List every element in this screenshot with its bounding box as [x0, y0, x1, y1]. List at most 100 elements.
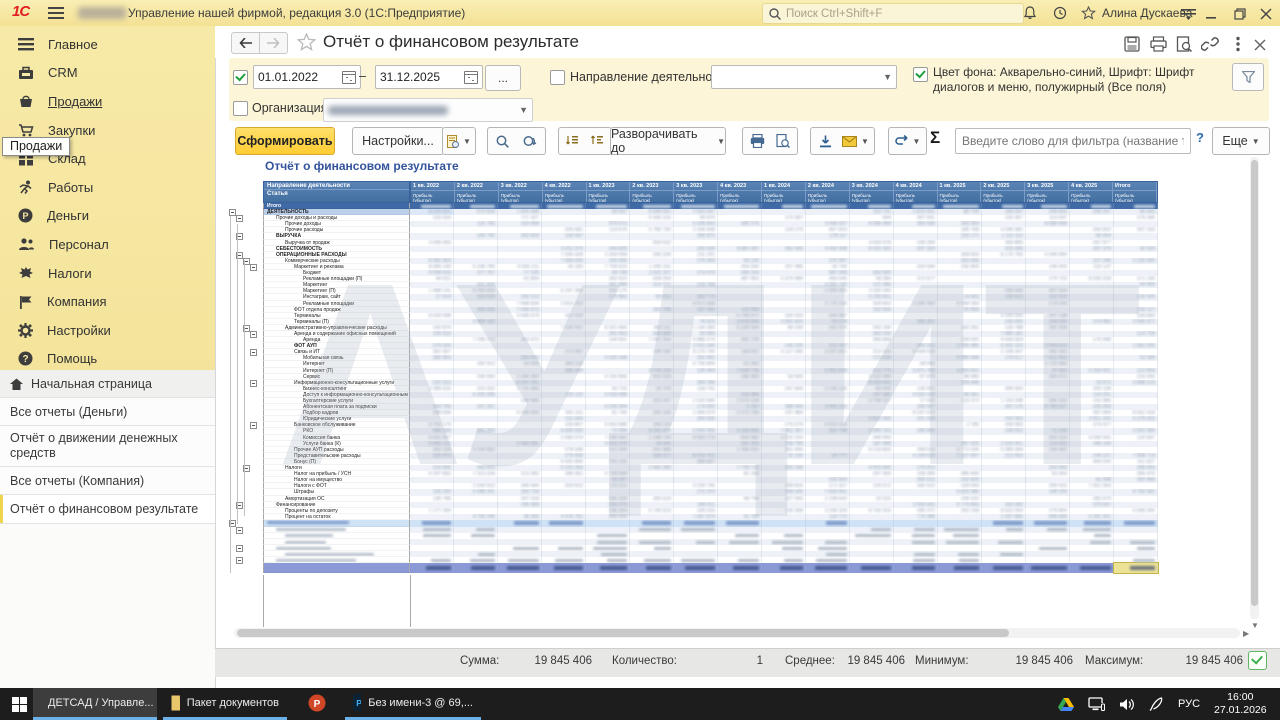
column-header[interactable]: Итого Прибыль (убыток) [1113, 182, 1157, 202]
table-cell[interactable] [1070, 519, 1114, 527]
table-cell[interactable] [674, 519, 718, 527]
close-report-icon[interactable] [1250, 35, 1270, 55]
expand-to-button[interactable]: Разворачивать до ▼ [610, 127, 726, 155]
sidebar-item-taxes[interactable]: Налоги [0, 259, 215, 288]
sidebar-item-reports-money[interactable]: Все отчеты (Деньги) [0, 398, 215, 426]
find-button[interactable] [487, 127, 517, 155]
column-header[interactable]: 2 кв. 2023 Прибыль (убыток) [630, 182, 675, 202]
settings-button[interactable]: Настройки... [352, 127, 444, 155]
table-cell[interactable] [1026, 519, 1070, 527]
sidebar-item-company[interactable]: Компания [0, 287, 215, 316]
pen-icon[interactable] [1149, 697, 1164, 711]
table-cell[interactable] [1026, 563, 1070, 574]
column-header[interactable]: 2 кв. 2024 Прибыль (убыток) [805, 182, 850, 202]
column-header[interactable]: 4 кв. 2024 Прибыль (убыток) [893, 182, 938, 202]
preview-icon[interactable] [1174, 34, 1194, 54]
generate-button[interactable]: Сформировать [235, 127, 335, 155]
column-header[interactable]: 4 кв. 2023 Прибыль (убыток) [718, 182, 762, 202]
taskbar-clock[interactable]: 16:00 27.01.2026 [1214, 691, 1267, 717]
table-cell[interactable] [586, 563, 630, 574]
table-cell[interactable] [762, 563, 806, 574]
table-cell[interactable] [850, 519, 894, 527]
sidebar-item-sales[interactable]: Продажи [0, 87, 215, 116]
start-button[interactable] [12, 697, 27, 712]
chevron-down-icon[interactable]: ▼ [519, 105, 528, 115]
sidebar-item-financial-result-report[interactable]: Отчёт о финансовом результате [0, 495, 215, 524]
chevron-down-icon[interactable]: ▼ [883, 72, 892, 82]
sum-sigma-button[interactable]: Σ [930, 128, 940, 148]
scrollbar-thumb[interactable] [1251, 160, 1258, 606]
help-button[interactable]: ? [1196, 130, 1204, 145]
calendar-icon[interactable] [464, 70, 478, 84]
table-cell[interactable] [806, 519, 850, 527]
table-cell[interactable] [718, 519, 762, 527]
table-cell[interactable] [674, 563, 718, 574]
print-button[interactable] [742, 127, 772, 155]
report-variants-button[interactable]: ▼ [442, 127, 476, 155]
column-header[interactable]: 1 кв. 2024 Прибыль (убыток) [762, 182, 806, 202]
table-cell[interactable] [1070, 563, 1114, 574]
column-header[interactable]: 3 кв. 2025 Прибыль (убыток) [1025, 182, 1070, 202]
table-cell[interactable] [718, 563, 762, 574]
google-drive-icon[interactable] [1058, 697, 1074, 711]
table-cell[interactable] [1114, 519, 1158, 527]
column-header[interactable]: 4 кв. 2025 Прибыль (убыток) [1069, 182, 1113, 202]
network-icon[interactable] [1088, 697, 1105, 711]
filter-settings-button[interactable] [1232, 63, 1264, 91]
table-cell[interactable] [850, 563, 894, 574]
table-cell[interactable] [410, 563, 454, 574]
sidebar-item-settings[interactable]: Настройки [0, 316, 215, 345]
get-link-icon[interactable] [1200, 34, 1220, 54]
sidebar-item-reports-company[interactable]: Все отчеты (Компания) [0, 467, 215, 495]
status-ok-icon[interactable] [1248, 651, 1267, 670]
table-cell[interactable] [806, 563, 850, 574]
direction-checkbox[interactable] [550, 70, 565, 85]
print-icon[interactable] [1148, 34, 1168, 54]
minimize-button[interactable] [1202, 4, 1222, 24]
sidebar-item-staff[interactable]: Персонал [0, 230, 215, 259]
date-to-field[interactable]: 31.12.2025 [375, 65, 483, 89]
sidebar-item-cashflow-report[interactable]: Отчёт о движении денежных средств [0, 426, 215, 467]
taskbar-item-documents[interactable]: Пакет документов [163, 688, 287, 717]
table-cell[interactable] [410, 519, 454, 527]
table-row[interactable] [228, 519, 1158, 527]
sidebar-item-help[interactable]: ? Помощь [0, 345, 215, 374]
table-cell[interactable] [630, 563, 674, 574]
taskbar-item-powerpoint[interactable]: P [300, 688, 348, 717]
resend-button[interactable]: ▼ [888, 127, 927, 155]
table-cell[interactable] [762, 519, 806, 527]
table-cell[interactable] [894, 519, 938, 527]
sidebar-item-home[interactable]: Начальная страница [0, 370, 215, 398]
language-indicator[interactable]: РУС [1178, 698, 1200, 710]
table-cell[interactable] [1113, 562, 1159, 575]
organization-field[interactable]: ▼ [323, 98, 533, 122]
table-cell[interactable] [938, 519, 982, 527]
scrollbar-thumb[interactable] [237, 629, 1009, 637]
table-cell[interactable] [498, 563, 542, 574]
table-cell[interactable] [542, 519, 586, 527]
table-cell[interactable] [498, 519, 542, 527]
volume-icon[interactable] [1119, 698, 1135, 711]
global-search-input[interactable]: Поиск Ctrl+Shift+F [762, 3, 1024, 24]
restore-button[interactable] [1230, 4, 1250, 24]
favorites-star-icon[interactable] [1078, 3, 1098, 23]
calendar-icon[interactable] [342, 70, 356, 84]
vertical-scrollbar[interactable] [1250, 157, 1259, 619]
taskbar-item-photoshop[interactable]: Ps Без имени-3 @ 69,... [345, 688, 481, 717]
column-header[interactable]: 3 кв. 2022 Прибыль (убыток) [498, 182, 543, 202]
notifications-bell-icon[interactable] [1020, 3, 1040, 23]
sidebar-item-crm[interactable]: CRM [0, 59, 215, 88]
more-menu-icon[interactable] [1228, 34, 1248, 54]
column-header[interactable]: 2 кв. 2025 Прибыль (убыток) [981, 182, 1026, 202]
scroll-right-arrow[interactable]: ▶ [1243, 629, 1249, 638]
column-header[interactable]: 1 кв. 2023 Прибыль (убыток) [586, 182, 631, 202]
table-cell[interactable] [454, 519, 498, 527]
back-button[interactable] [231, 32, 260, 54]
table-cell[interactable] [586, 519, 630, 527]
scroll-down-arrow[interactable]: ▼ [1251, 621, 1259, 630]
save-icon[interactable] [1122, 34, 1142, 54]
row-label-cell[interactable] [263, 563, 410, 574]
table-cell[interactable] [454, 563, 498, 574]
column-header[interactable]: 1 кв. 2022 Прибыль (убыток) [411, 182, 455, 202]
main-menu-icon[interactable] [48, 7, 64, 19]
